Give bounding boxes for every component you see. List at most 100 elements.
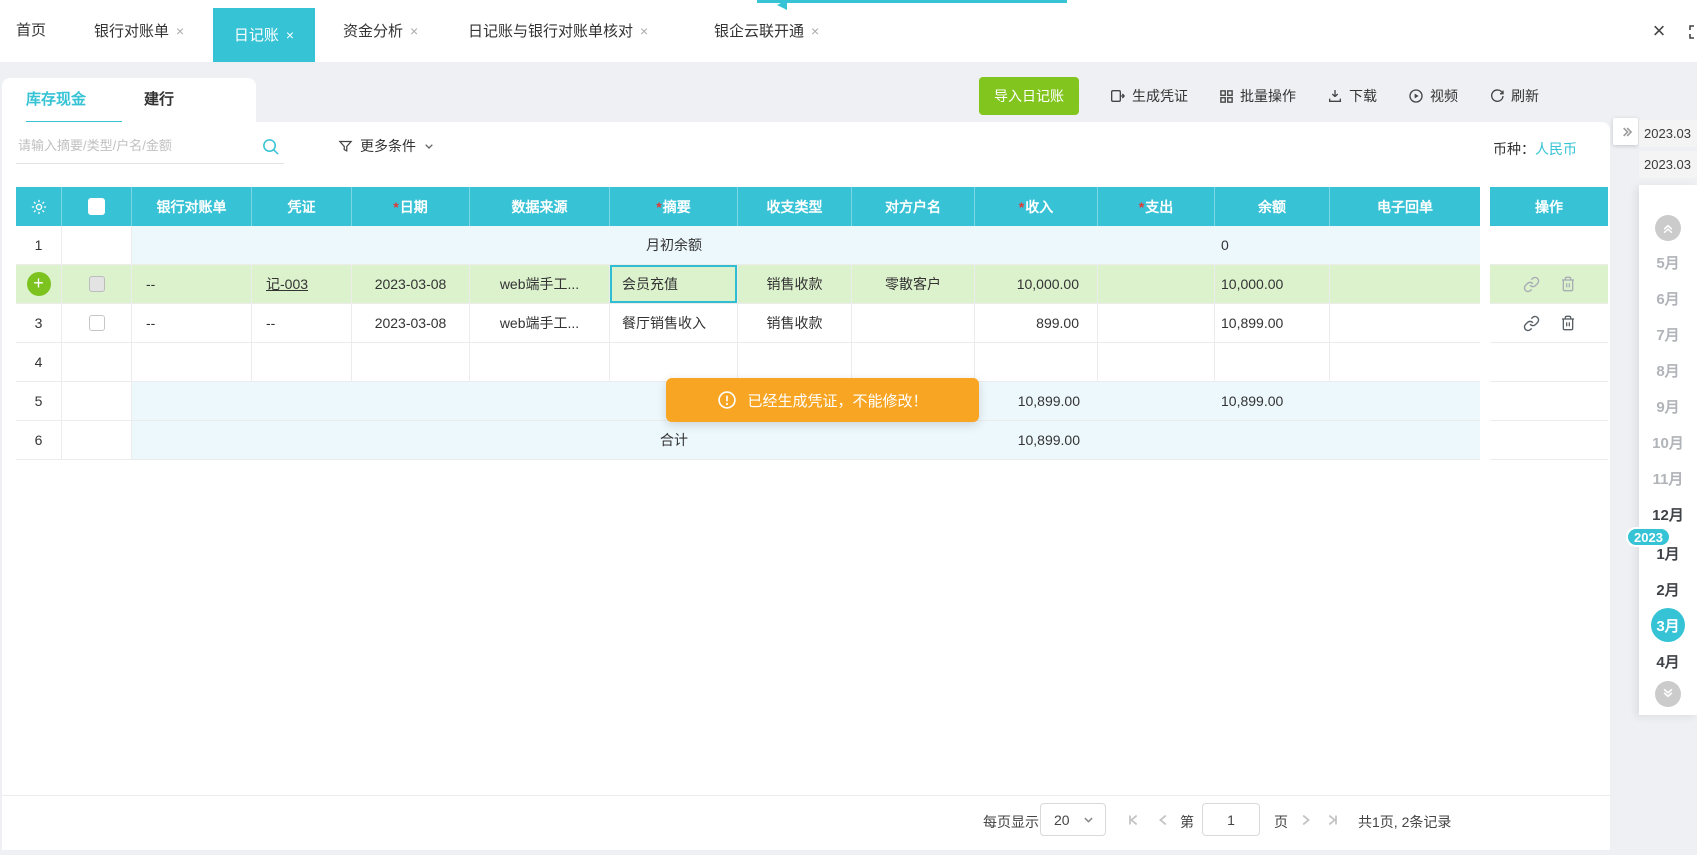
- tab-fund-analysis[interactable]: 资金分析 ×: [343, 0, 418, 62]
- cell-summary: 餐厅销售收入: [610, 304, 738, 342]
- opening-balance-label: 月初余额: [646, 237, 702, 253]
- tab-close-icon[interactable]: ×: [410, 23, 418, 39]
- scroll-months-down-button[interactable]: [1655, 681, 1681, 707]
- cell-receipt: [1330, 304, 1480, 342]
- row-checkbox-disabled[interactable]: [88, 276, 105, 292]
- tab-close-icon[interactable]: ×: [640, 23, 648, 39]
- header-operations: 操作: [1490, 187, 1608, 226]
- fullscreen-icon[interactable]: [1688, 24, 1697, 40]
- date-range-start-chip[interactable]: 2023.03: [1639, 120, 1697, 147]
- select-all-cell[interactable]: [62, 187, 132, 226]
- currency-label: 币种：: [1493, 141, 1535, 157]
- scroll-months-up-button[interactable]: [1655, 215, 1681, 241]
- batch-grid-icon: [1220, 89, 1233, 103]
- tab-close-icon[interactable]: ×: [176, 23, 184, 39]
- column-settings-cell[interactable]: [16, 187, 62, 226]
- voucher-link[interactable]: 记-003: [266, 274, 308, 294]
- window-tab-bar: 首页 银行对账单 × 日记账 × 资金分析 × 日记账与银行对账单核对 × 银企云联开通…: [0, 0, 1697, 62]
- row-number: 3: [16, 304, 62, 342]
- operations-row: [1490, 304, 1608, 343]
- table-row-selected[interactable]: + -- 记-003 2023-03-08 web端手工... 会员充值 销售收…: [16, 265, 1480, 304]
- grand-total-income: 10,899.00: [1017, 432, 1080, 448]
- month-item-4[interactable]: 4月: [1639, 651, 1697, 672]
- add-row-button[interactable]: +: [26, 272, 51, 296]
- month-item-2[interactable]: 2月: [1639, 579, 1697, 600]
- month-item-3-selected[interactable]: 3月: [1651, 608, 1685, 642]
- cell-balance: 10,000.00: [1215, 265, 1330, 303]
- select-all-checkbox[interactable]: [88, 198, 105, 215]
- first-page-icon[interactable]: [1126, 812, 1142, 828]
- next-page-icon[interactable]: [1297, 812, 1313, 828]
- play-video-icon: [1409, 89, 1423, 103]
- cell-receipt: [1330, 265, 1480, 303]
- header-type: 收支类型: [738, 187, 852, 226]
- page-prefix-label: 第: [1180, 814, 1194, 830]
- download-button[interactable]: 下载: [1327, 86, 1377, 106]
- header-balance: 余额: [1215, 187, 1330, 226]
- row-number: 4: [16, 343, 62, 381]
- chevron-down-icon: [425, 144, 433, 149]
- sidebar-collapse-button[interactable]: [1613, 118, 1638, 145]
- toast-message: 已经生成凭证，不能修改！: [747, 392, 928, 410]
- tab-journal-active[interactable]: 日记账 ×: [213, 8, 315, 62]
- import-journal-button[interactable]: 导入日记账: [979, 77, 1079, 115]
- delete-row-icon[interactable]: [1560, 315, 1576, 331]
- warning-icon: [718, 391, 737, 409]
- subtab-cash[interactable]: 库存现金: [26, 78, 86, 122]
- cell-bank: --: [132, 265, 252, 303]
- more-filters-button[interactable]: 更多条件: [338, 136, 435, 156]
- month-item-12[interactable]: 12月: [1639, 504, 1697, 525]
- gear-icon: [31, 199, 46, 214]
- link-voucher-icon[interactable]: [1523, 315, 1540, 332]
- table-row[interactable]: 3 -- -- 2023-03-08 web端手工... 餐厅销售收入 销售收款…: [16, 304, 1480, 343]
- warning-toast: 已经生成凭证，不能修改！: [666, 378, 979, 422]
- tab-bank-cloud[interactable]: 银企云联开通 ×: [714, 0, 819, 62]
- per-page-select[interactable]: 20: [1040, 803, 1106, 836]
- subtab-ccb-bank[interactable]: 建行: [144, 78, 174, 122]
- table-row-empty[interactable]: 4: [16, 343, 1480, 382]
- batch-operations-button[interactable]: 批量操作: [1219, 86, 1296, 106]
- header-source: 数据来源: [470, 187, 610, 226]
- table-header-row: 银行对账单 凭证 * 日期 数据来源 * 摘要 收支类型 对方户名 * 收入 * 支出 …: [16, 187, 1480, 226]
- delete-row-icon[interactable]: [1560, 276, 1576, 292]
- download-icon: [1329, 90, 1341, 102]
- operations-column: 操作: [1490, 187, 1608, 460]
- search-icon[interactable]: [261, 137, 280, 156]
- search-field-wrapper: [16, 130, 284, 164]
- row-number: 1: [16, 226, 62, 264]
- date-range-end-chip[interactable]: 2023.03: [1639, 151, 1697, 178]
- month-item-11[interactable]: 11月: [1639, 468, 1697, 489]
- cell-expense: [1098, 304, 1215, 342]
- tab-close-icon[interactable]: ×: [811, 23, 819, 39]
- cell-summary-selected[interactable]: 会员充值: [610, 265, 738, 303]
- tab-bank-statement[interactable]: 银行对账单 ×: [94, 0, 184, 62]
- month-item-10[interactable]: 10月: [1639, 432, 1697, 453]
- teal-decoration-line: [757, 0, 1067, 3]
- cell-expense: [1098, 265, 1215, 303]
- cell-source: web端手工...: [470, 265, 610, 303]
- cell-source: web端手工...: [470, 304, 610, 342]
- month-item-8[interactable]: 8月: [1639, 360, 1697, 381]
- cell-income: 10,000.00: [975, 265, 1098, 303]
- prev-page-icon[interactable]: [1156, 812, 1172, 828]
- row-checkbox[interactable]: [88, 315, 105, 331]
- tab-home[interactable]: 首页: [16, 0, 46, 62]
- month-item-7[interactable]: 7月: [1639, 324, 1697, 345]
- header-account: 对方户名: [852, 187, 975, 226]
- search-input[interactable]: [16, 130, 284, 164]
- currency-value-link[interactable]: 人民币: [1535, 141, 1577, 157]
- row-number: 5: [16, 382, 62, 420]
- month-item-9[interactable]: 9月: [1639, 396, 1697, 417]
- month-item-6[interactable]: 6月: [1639, 288, 1697, 309]
- page-number-input[interactable]: [1202, 803, 1260, 836]
- tab-journal-bank-check[interactable]: 日记账与银行对账单核对 ×: [468, 0, 648, 62]
- refresh-button[interactable]: 刷新: [1489, 86, 1539, 106]
- last-page-icon[interactable]: [1324, 812, 1340, 828]
- month-item-5[interactable]: 5月: [1639, 252, 1697, 273]
- per-page-label: 每页显示: [983, 814, 1039, 830]
- tab-close-icon[interactable]: ×: [286, 27, 294, 43]
- close-icon[interactable]: ×: [1644, 15, 1674, 47]
- link-voucher-icon[interactable]: [1523, 276, 1540, 293]
- generate-voucher-button[interactable]: 生成凭证: [1110, 86, 1188, 106]
- video-button[interactable]: 视频: [1408, 86, 1458, 106]
